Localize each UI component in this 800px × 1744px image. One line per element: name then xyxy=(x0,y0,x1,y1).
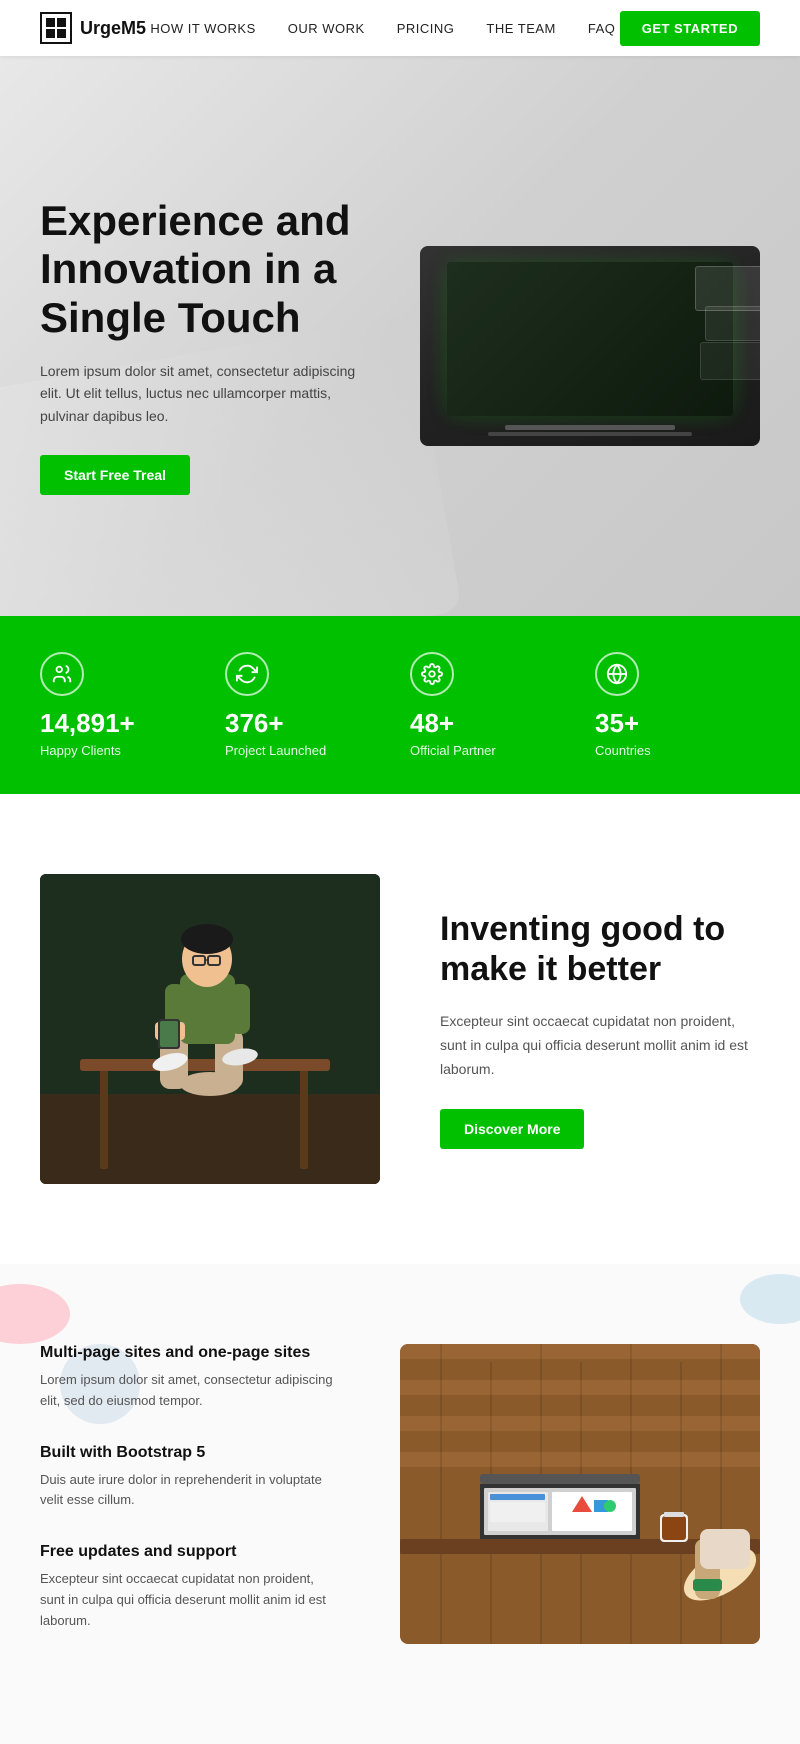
nav-pricing[interactable]: PRICING xyxy=(397,21,455,36)
invent-title: Inventing good to make it better xyxy=(440,909,760,991)
feature-updates: Free updates and support Excepteur sint … xyxy=(40,1543,340,1631)
stat-project-launched-label: Project Launched xyxy=(225,743,326,758)
logo[interactable]: UrgeM5 xyxy=(40,12,146,44)
hero-title: Experience and Innovation in a Single To… xyxy=(40,197,380,342)
hero-image xyxy=(420,246,760,446)
stat-official-partner: 48+ Official Partner xyxy=(410,652,575,758)
nav-our-work[interactable]: OUR WORK xyxy=(288,21,365,36)
hero-section: Experience and Innovation in a Single To… xyxy=(0,56,800,616)
stat-official-partner-number: 48+ xyxy=(410,708,454,739)
office-scene-svg xyxy=(400,1344,760,1644)
stat-countries-number: 35+ xyxy=(595,708,639,739)
feature-bootstrap-title: Built with Bootstrap 5 xyxy=(40,1444,340,1462)
stat-happy-clients: 14,891+ Happy Clients xyxy=(40,652,205,758)
stats-section: 14,891+ Happy Clients 376+ Project Launc… xyxy=(0,616,800,794)
get-started-button[interactable]: GET STARTED xyxy=(620,11,760,46)
invent-description: Excepteur sint occaecat cupidatat non pr… xyxy=(440,1010,760,1081)
globe-svg xyxy=(606,663,628,685)
stat-project-launched: 376+ Project Launched xyxy=(225,652,390,758)
invent-image xyxy=(40,874,380,1184)
features-section: Multi-page sites and one-page sites Lore… xyxy=(0,1264,800,1744)
invent-section: Inventing good to make it better Excepte… xyxy=(0,794,800,1264)
stat-official-partner-label: Official Partner xyxy=(410,743,496,758)
deco-right-shape xyxy=(740,1274,800,1324)
hero-description: Lorem ipsum dolor sit amet, consectetur … xyxy=(40,360,380,427)
refresh-svg xyxy=(236,663,258,685)
nav-faq[interactable]: FAQ xyxy=(588,21,616,36)
gear-svg xyxy=(421,663,443,685)
nav-how-it-works[interactable]: HOW IT WORKS xyxy=(150,21,255,36)
stat-countries: 35+ Countries xyxy=(595,652,760,758)
feature-updates-desc: Excepteur sint occaecat cupidatat non pr… xyxy=(40,1569,340,1631)
stat-happy-clients-number: 14,891+ xyxy=(40,708,135,739)
nav-the-team[interactable]: THE TEAM xyxy=(486,21,556,36)
invent-content: Inventing good to make it better Excepte… xyxy=(440,909,760,1150)
person-sitting-svg xyxy=(40,874,380,1184)
feature-bootstrap-desc: Duis aute irure dolor in reprehenderit i… xyxy=(40,1470,340,1512)
nav-links: HOW IT WORKS OUR WORK PRICING THE TEAM F… xyxy=(150,21,615,36)
hero-laptop-image xyxy=(420,246,760,446)
gear-icon xyxy=(410,652,454,696)
hero-content: Experience and Innovation in a Single To… xyxy=(40,197,380,495)
feature-bootstrap: Built with Bootstrap 5 Duis aute irure d… xyxy=(40,1444,340,1512)
users-svg xyxy=(51,663,73,685)
stat-happy-clients-label: Happy Clients xyxy=(40,743,121,758)
feature-multipage: Multi-page sites and one-page sites Lore… xyxy=(40,1344,340,1412)
feature-multipage-desc: Lorem ipsum dolor sit amet, consectetur … xyxy=(40,1370,340,1412)
features-office-image xyxy=(400,1344,760,1644)
logo-text: UrgeM5 xyxy=(80,18,146,39)
feature-updates-title: Free updates and support xyxy=(40,1543,340,1561)
refresh-icon xyxy=(225,652,269,696)
logo-icon xyxy=(40,12,72,44)
discover-more-button[interactable]: Discover More xyxy=(440,1109,584,1149)
deco-pink-shape xyxy=(0,1284,70,1344)
globe-icon xyxy=(595,652,639,696)
stat-project-launched-number: 376+ xyxy=(225,708,284,739)
feature-multipage-title: Multi-page sites and one-page sites xyxy=(40,1344,340,1362)
navigation: UrgeM5 HOW IT WORKS OUR WORK PRICING THE… xyxy=(0,0,800,56)
features-list: Multi-page sites and one-page sites Lore… xyxy=(40,1344,340,1664)
start-trial-button[interactable]: Start Free Treal xyxy=(40,455,190,495)
stat-countries-label: Countries xyxy=(595,743,651,758)
users-icon xyxy=(40,652,84,696)
